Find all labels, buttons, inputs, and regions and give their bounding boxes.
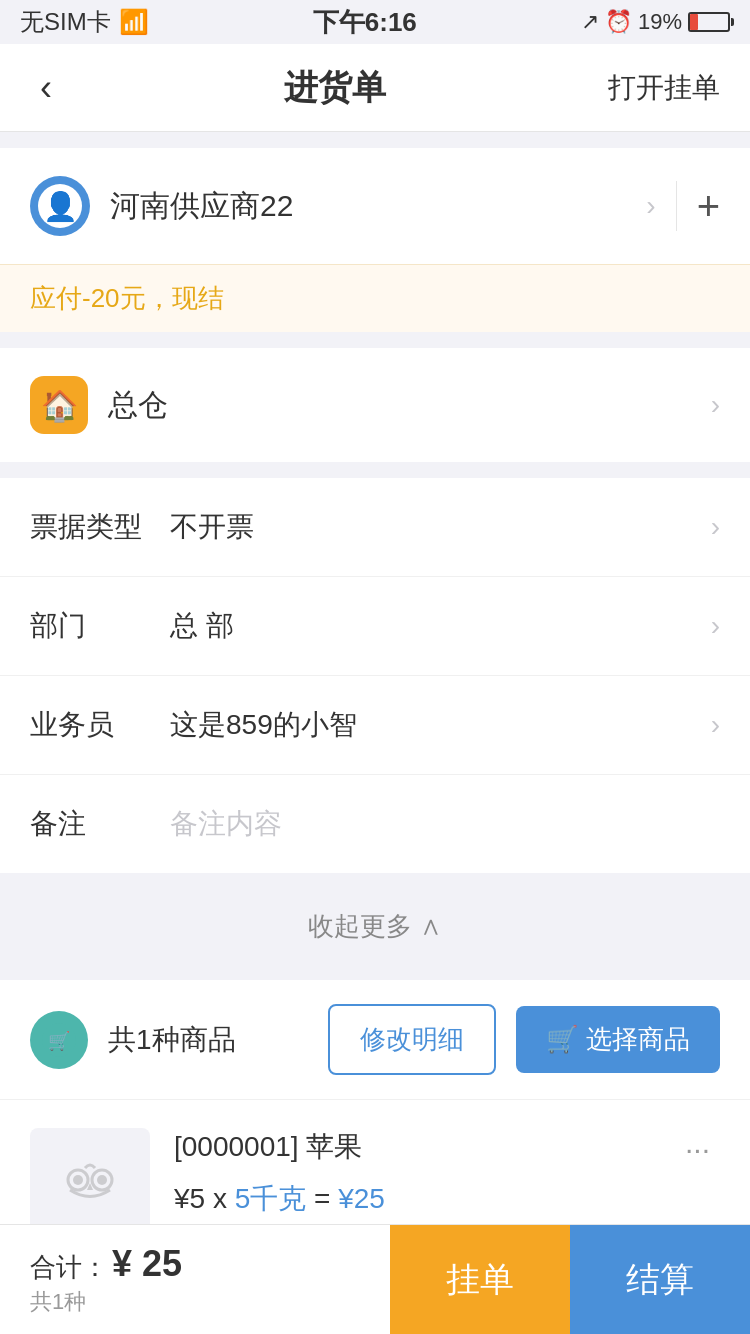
product-more-button[interactable]: ··· [675,1128,720,1170]
warehouse-section: 🏠 总仓 › [0,348,750,462]
status-bar: 无SIM卡 📶 下午6:16 ↗ ⏰ 19% [0,0,750,44]
alarm-icon: ⏰ [605,9,632,35]
collapse-toggle[interactable]: 收起更多 ∧ [0,889,750,964]
department-label: 部门 [30,607,150,645]
warehouse-row[interactable]: 🏠 总仓 › [0,348,750,462]
svg-text:🛒: 🛒 [48,1030,71,1052]
hang-button[interactable]: 挂单 [390,1225,570,1335]
remark-row[interactable]: 备注 备注内容 [0,774,750,873]
salesman-chevron-icon: › [711,709,720,741]
product-name: [0000001] 苹果 [174,1128,651,1166]
remark-label: 备注 [30,805,150,843]
status-indicators: ↗ ⏰ 19% [581,9,730,35]
invoice-chevron-icon: › [711,511,720,543]
location-icon: ↗ [581,9,599,35]
supplier-avatar: 👤 [30,176,90,236]
supplier-section: 👤 河南供应商22 › + 应付-20元，现结 [0,148,750,332]
salesman-row[interactable]: 业务员 这是859的小智 › [0,675,750,774]
department-row[interactable]: 部门 总 部 › [0,576,750,675]
open-hang-button[interactable]: 打开挂单 [608,69,720,107]
wifi-icon: 📶 [119,8,149,36]
checkout-button[interactable]: 结算 [570,1225,750,1335]
add-supplier-button[interactable]: + [697,184,720,229]
status-carrier: 无SIM卡 📶 [20,6,149,38]
total-label: 合计： [30,1250,108,1285]
svg-point-5 [97,1175,107,1185]
warehouse-icon: 🏠 [30,376,88,434]
page-title: 进货单 [284,65,386,111]
carrier-text: 无SIM卡 [20,6,111,38]
supplier-name: 河南供应商22 [110,186,646,227]
svg-point-4 [73,1175,83,1185]
notice-banner: 应付-20元，现结 [0,264,750,332]
battery-percent: 19% [638,9,682,35]
cart-icon: 🛒 [546,1024,578,1055]
products-cart-icon: 🛒 [30,1011,88,1069]
department-value: 总 部 [150,607,711,645]
status-time: 下午6:16 [313,5,417,40]
product-info: [0000001] 苹果 ¥5 x 5千克 = ¥25 [174,1128,651,1218]
select-product-button[interactable]: 🛒 选择商品 [516,1006,720,1073]
total-amount: ¥ 25 [112,1243,182,1285]
invoice-value: 不开票 [150,508,711,546]
battery-icon [688,12,730,32]
avatar-icon: 👤 [43,190,78,223]
remark-value[interactable]: 备注内容 [150,805,720,843]
warehouse-chevron-icon: › [711,389,720,421]
divider [676,181,677,231]
back-button[interactable]: ‹ [30,57,62,119]
total-section: 合计： ¥ 25 共1种 [0,1243,390,1317]
product-price: ¥5 x 5千克 = ¥25 [174,1180,651,1218]
form-section: 票据类型 不开票 › 部门 总 部 › 业务员 这是859的小智 › 备注 备注… [0,478,750,873]
edit-detail-button[interactable]: 修改明细 [328,1004,496,1075]
invoice-label: 票据类型 [30,508,150,546]
invoice-row[interactable]: 票据类型 不开票 › [0,478,750,576]
products-count: 共1种商品 [108,1021,308,1059]
nav-bar: ‹ 进货单 打开挂单 [0,44,750,132]
warehouse-icon-symbol: 🏠 [41,388,78,423]
total-count: 共1种 [30,1287,360,1317]
salesman-label: 业务员 [30,706,150,744]
supplier-row[interactable]: 👤 河南供应商22 › + [0,148,750,264]
products-header: 🛒 共1种商品 修改明细 🛒 选择商品 [0,980,750,1099]
salesman-value: 这是859的小智 [150,706,711,744]
supplier-chevron-icon: › [646,190,655,222]
department-chevron-icon: › [711,610,720,642]
warehouse-name: 总仓 [108,385,711,426]
bottom-bar: 合计： ¥ 25 共1种 挂单 结算 [0,1224,750,1334]
